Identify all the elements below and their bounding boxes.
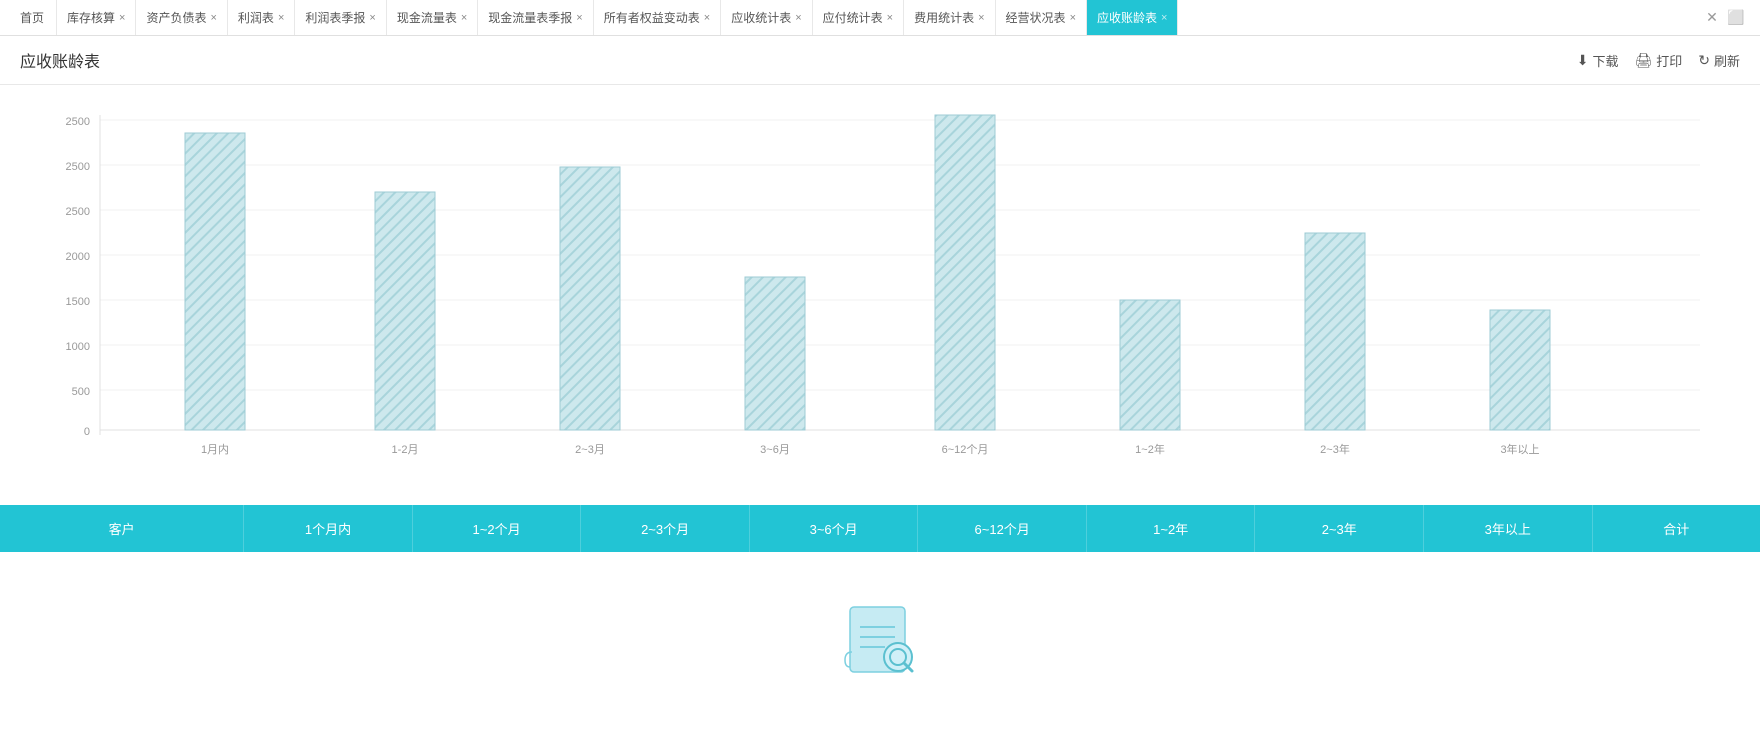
svg-text:2500: 2500 [66,161,90,173]
grid-lines [100,120,1700,430]
tab-bar: 首页 库存核算×资产负债表×利润表×利润表季报×现金流量表×现金流量表季报×所有… [0,0,1760,36]
tab-label-ar-stats: 应收统计表 [731,9,791,26]
tab-close-profit[interactable]: × [278,12,284,24]
x-label-7: 2~3年 [1320,442,1350,456]
tab-label-cashflow: 现金流量表 [397,9,457,26]
svg-text:2500: 2500 [66,206,90,218]
th-5: 6~12个月 [918,505,1087,552]
th-0: 客户 [0,505,244,552]
tab-close-ar-stats[interactable]: × [795,12,801,24]
tab-close-equity[interactable]: × [704,12,710,24]
tab-ap-stats[interactable]: 应付统计表 × [813,0,904,36]
tab-business-status[interactable]: 经营状况表 × [996,0,1087,36]
table-header: 客户1个月内1~2个月2~3个月3~6个月6~12个月1~2年2~3年3年以上合… [0,505,1760,552]
tab-label-ar-aging: 应收账龄表 [1097,9,1157,26]
page-header: 应收账龄表 ⬇ 下载 🖨 打印 ↻ 刷新 [0,36,1760,85]
tab-label-expense-stats: 费用统计表 [914,9,974,26]
tab-close-cashflow[interactable]: × [461,12,467,24]
download-label: 下载 [1592,51,1618,70]
svg-text:2000: 2000 [66,251,90,263]
bar-2 [375,192,435,430]
tab-profit-quarterly[interactable]: 利润表季报 × [295,0,386,36]
window-controls: ✕ ⬜ [1696,10,1752,26]
empty-state [0,552,1760,732]
tab-label-equity: 所有者权益变动表 [604,9,700,26]
svg-text:1000: 1000 [66,341,90,353]
tab-close-ap-stats[interactable]: × [887,12,893,24]
tab-label-inventory: 库存核算 [67,9,115,26]
print-icon: 🖨 [1634,52,1652,69]
print-label: 打印 [1656,51,1682,70]
tab-label-cashflow-quarterly: 现金流量表季报 [488,9,572,26]
tab-close-expense-stats[interactable]: × [978,12,984,24]
x-label-1: 1月内 [201,442,229,456]
svg-text:2500: 2500 [66,116,90,128]
svg-text:1500: 1500 [66,296,90,308]
tab-home[interactable]: 首页 [8,0,57,36]
tab-close-inventory[interactable]: × [119,12,125,24]
tab-label-ap-stats: 应付统计表 [823,9,883,26]
th-7: 2~3年 [1255,505,1424,552]
bar-1 [185,133,245,430]
download-button[interactable]: ⬇ 下载 [1577,51,1619,70]
chart-svg: 2500 2500 2500 2000 1500 1000 500 0 [40,105,1720,475]
th-2: 1~2个月 [413,505,582,552]
chart-area: 2500 2500 2500 2000 1500 1000 500 0 [0,85,1760,505]
tab-cashflow[interactable]: 现金流量表 × [387,0,478,36]
bar-4 [745,277,805,430]
page-title: 应收账龄表 [20,48,100,72]
refresh-label: 刷新 [1714,51,1740,70]
tab-label-profit-quarterly: 利润表季报 [305,9,365,26]
main-content: 2500 2500 2500 2000 1500 1000 500 0 [0,85,1760,732]
x-label-4: 3~6月 [760,444,790,456]
refresh-button[interactable]: ↻ 刷新 [1698,51,1740,70]
tab-close-ar-aging[interactable]: × [1161,12,1167,24]
bar-7 [1305,233,1365,430]
header-actions: ⬇ 下载 🖨 打印 ↻ 刷新 [1577,51,1740,70]
bar-3 [560,167,620,430]
download-icon: ⬇ [1577,52,1589,69]
tab-cashflow-quarterly[interactable]: 现金流量表季报 × [478,0,593,36]
bar-5 [935,115,995,430]
print-button[interactable]: 🖨 打印 [1634,51,1682,70]
tab-home-label: 首页 [20,9,44,26]
tab-inventory[interactable]: 库存核算 × [57,0,136,36]
th-8: 3年以上 [1424,505,1593,552]
x-label-8: 3年以上 [1500,442,1539,456]
refresh-icon: ↻ [1698,52,1710,69]
svg-text:500: 500 [72,386,90,398]
tab-close-balance[interactable]: × [210,12,216,24]
tab-ar-aging[interactable]: 应收账龄表 × [1087,0,1178,36]
maximize-window-btn[interactable]: ⬜ [1728,10,1744,26]
x-label-5: 6~12个月 [942,443,989,456]
close-window-btn[interactable]: ✕ [1704,10,1720,26]
empty-illustration [830,592,930,692]
th-1: 1个月内 [244,505,413,552]
th-3: 2~3个月 [581,505,750,552]
tab-equity[interactable]: 所有者权益变动表 × [594,0,721,36]
bar-6 [1120,300,1180,430]
x-label-2: 1-2月 [392,444,419,456]
tab-close-business-status[interactable]: × [1070,12,1076,24]
tab-close-cashflow-quarterly[interactable]: × [576,12,582,24]
x-label-3: 2~3月 [575,444,605,456]
tab-ar-stats[interactable]: 应收统计表 × [721,0,812,36]
th-6: 1~2年 [1087,505,1256,552]
th-9: 合计 [1593,505,1760,552]
bar-8 [1490,310,1550,430]
tab-balance[interactable]: 资产负债表 × [136,0,227,36]
tab-expense-stats[interactable]: 费用统计表 × [904,0,995,36]
tab-close-profit-quarterly[interactable]: × [369,12,375,24]
tab-label-balance: 资产负债表 [146,9,206,26]
tab-profit[interactable]: 利润表 × [228,0,295,36]
y-axis: 2500 2500 2500 2000 1500 1000 500 0 [66,116,90,438]
tab-label-business-status: 经营状况表 [1006,9,1066,26]
svg-text:0: 0 [84,426,90,438]
th-4: 3~6个月 [750,505,919,552]
x-label-6: 1~2年 [1135,442,1165,456]
tab-label-profit: 利润表 [238,9,274,26]
